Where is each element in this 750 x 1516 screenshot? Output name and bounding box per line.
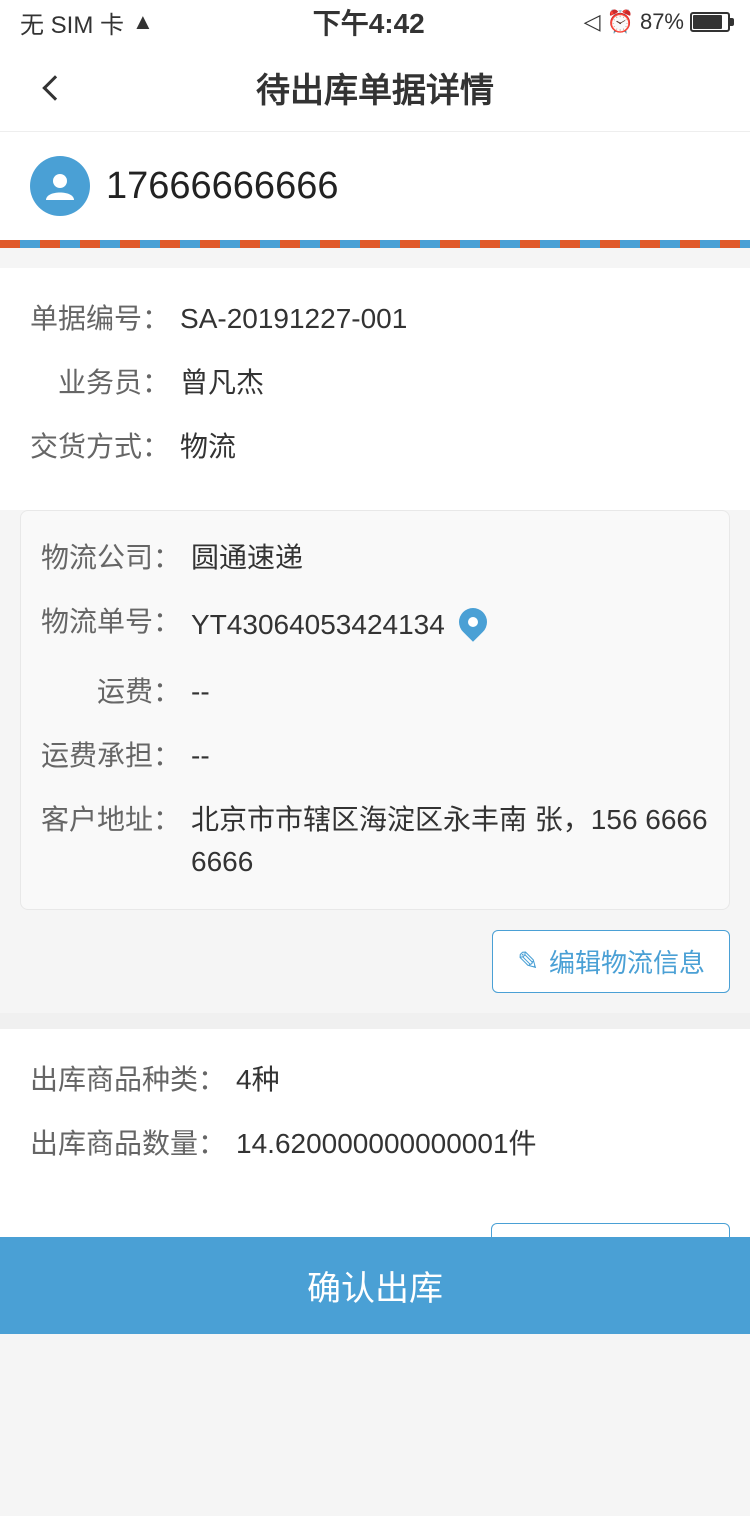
page-title: 待出库单据详情 [80,63,670,112]
doc-no-value: SA-20191227-001 [180,298,720,340]
delivery-label: 交货方式： [30,426,170,468]
logistics-company-row: 物流公司： 圆通速递 [41,537,709,579]
salesman-value: 曾凡杰 [180,362,720,404]
doc-no-label: 单据编号： [30,298,170,340]
edit-logistics-wrap: ✎ 编辑物流信息 [0,930,750,1013]
user-icon [42,168,78,204]
status-time: 下午4:42 [313,2,425,42]
status-bar: 无 SIM 卡 ▲ 下午4:42 ◁ ⏰ 87% [0,0,750,44]
goods-type-row: 出库商品种类： 4种 [30,1059,720,1101]
back-button[interactable] [30,63,80,113]
freight-bear-value: -- [191,735,709,777]
delivery-value: 物流 [180,426,720,468]
alarm-icon: ⏰ [607,9,634,35]
status-right: ◁ ⏰ 87% [584,9,730,35]
section-divider [0,1013,750,1029]
customer-section: 17666666666 [0,132,750,240]
nav-bar: 待出库单据详情 [0,44,750,132]
delivery-row: 交货方式： 物流 [30,426,720,468]
battery-fill [693,15,722,29]
freight-value: -- [191,671,709,713]
doc-no-row: 单据编号： SA-20191227-001 [30,298,720,340]
salesman-row: 业务员： 曾凡杰 [30,362,720,404]
customer-phone: 17666666666 [106,165,338,208]
status-left: 无 SIM 卡 ▲ [20,5,154,40]
goods-section: 出库商品种类： 4种 出库商品数量： 14.620000000000001件 [0,1029,750,1207]
logistics-tracking-value: YT43064053424134 [191,601,709,649]
logistics-tracking-row: 物流单号： YT43064053424134 [41,601,709,649]
address-value: 北京市市辖区海淀区永丰南 张，156 6666 6666 [191,799,709,883]
battery-percent: 87% [640,9,684,35]
freight-row: 运费： -- [41,671,709,713]
logistics-company-value: 圆通速递 [191,537,709,579]
goods-type-label: 出库商品种类： [30,1059,226,1101]
goods-quantity-row: 出库商品数量： 14.620000000000001件 [30,1123,720,1165]
avatar [30,156,90,216]
edit-logistics-button[interactable]: ✎ 编辑物流信息 [492,930,730,993]
carrier-text: 无 SIM 卡 [20,5,124,40]
confirm-btn-wrap[interactable]: 确认出库 [0,1237,750,1334]
salesman-label: 业务员： [30,362,170,404]
logistics-company-label: 物流公司： [41,537,181,579]
wifi-icon: ▲ [132,9,154,35]
confirm-btn-text: 确认出库 [307,1270,443,1308]
doc-info-section: 单据编号： SA-20191227-001 业务员： 曾凡杰 交货方式： 物流 [0,268,750,510]
edit-icon: ✎ [517,946,539,977]
goods-quantity-label: 出库商品数量： [30,1123,226,1165]
address-row: 客户地址： 北京市市辖区海淀区永丰南 张，156 6666 6666 [41,799,709,883]
track-location-icon[interactable] [459,601,487,649]
back-arrow-icon [42,75,67,100]
freight-bear-label: 运费承担： [41,735,181,777]
dashed-divider [0,240,750,248]
goods-type-value: 4种 [236,1059,720,1101]
logistics-card: 物流公司： 圆通速递 物流单号： YT43064053424134 运费： --… [20,510,730,910]
freight-label: 运费： [41,671,181,713]
freight-bear-row: 运费承担： -- [41,735,709,777]
bottom-spacer [0,1316,750,1516]
pin-icon [453,602,493,642]
goods-quantity-value: 14.620000000000001件 [236,1123,720,1165]
edit-logistics-label: 编辑物流信息 [549,943,705,980]
battery-icon [690,12,730,32]
address-label: 客户地址： [41,799,181,841]
location-service-icon: ◁ [584,9,601,35]
logistics-tracking-label: 物流单号： [41,601,181,643]
